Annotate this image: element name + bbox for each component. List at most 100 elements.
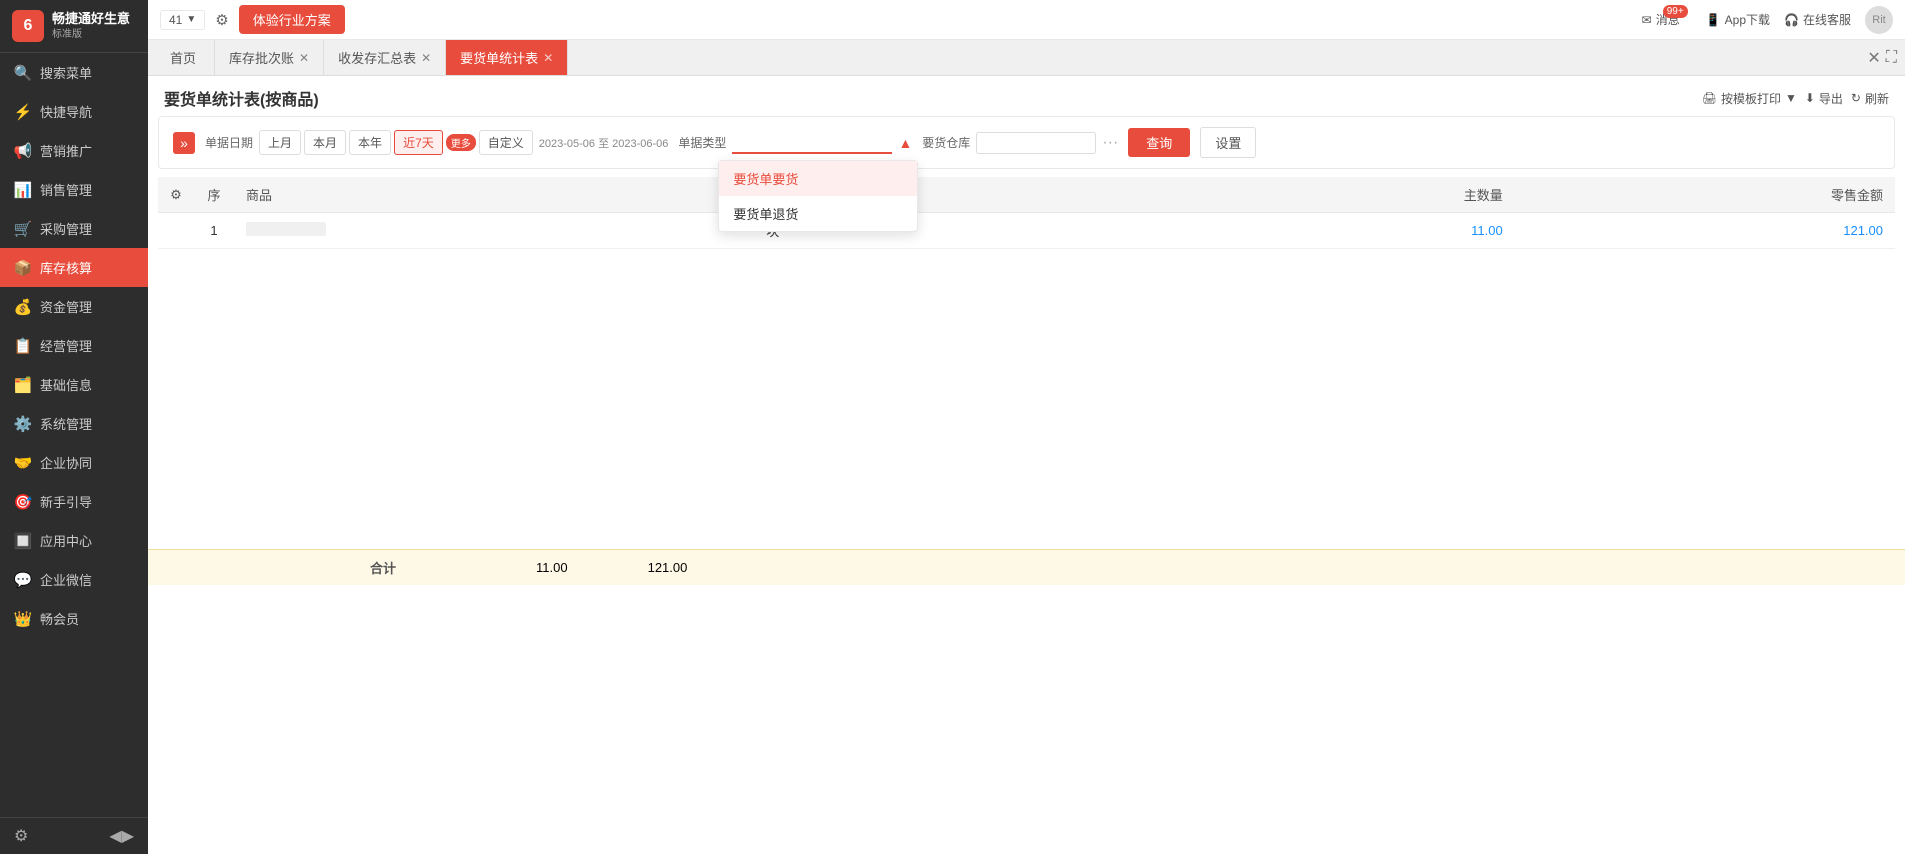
tab-bar-right: ✕ ⛶ <box>1859 40 1905 75</box>
collapse-sidebar-btn[interactable]: ◀▶ <box>109 826 134 846</box>
tab-count-selector[interactable]: 41 ▼ <box>160 10 205 30</box>
type-filter-input[interactable] <box>732 132 892 154</box>
page-title: 要货单统计表(按商品) <box>164 86 319 110</box>
sidebar-item-finance[interactable]: 💰 资金管理 <box>0 287 148 326</box>
header-gear-btn[interactable]: ⚙ <box>215 11 228 29</box>
sidebar-item-basic[interactable]: 🗂️ 基础信息 <box>0 365 148 404</box>
filter-expand-btn[interactable]: » <box>173 132 195 154</box>
app-download-btn[interactable]: 📱 App下载 <box>1706 11 1770 28</box>
online-service-btn[interactable]: 🎧 在线客服 <box>1784 11 1851 28</box>
tab-batch-account[interactable]: 库存批次账 ✕ <box>215 40 324 75</box>
warehouse-filter-input[interactable] <box>976 132 1096 154</box>
nav-label-search: 搜索菜单 <box>40 63 92 82</box>
tab-batch-account-close[interactable]: ✕ <box>299 52 309 64</box>
query-button[interactable]: 查询 <box>1128 128 1190 157</box>
date-btn-last-month[interactable]: 上月 <box>259 130 301 155</box>
handshake-icon: 🤝 <box>14 454 32 472</box>
nav-label-guide: 新手引导 <box>40 492 92 511</box>
tab-receive-summary-close[interactable]: ✕ <box>421 52 431 64</box>
sidebar-item-sales[interactable]: 📊 销售管理 <box>0 170 148 209</box>
qty-link[interactable]: 11.00 <box>1471 223 1503 238</box>
refresh-icon: ↻ <box>1851 91 1861 105</box>
message-icon: ✉ <box>1642 13 1652 27</box>
td-num: 1 <box>194 213 234 249</box>
box-icon: 📦 <box>14 259 32 277</box>
nav-label-operations: 经营管理 <box>40 336 92 355</box>
sidebar-item-quick-nav[interactable]: ⚡ 快捷导航 <box>0 92 148 131</box>
dropdown-item-order[interactable]: 要货单要货 <box>719 161 917 196</box>
total-label: 合计 <box>370 558 396 577</box>
date-btn-this-year[interactable]: 本年 <box>349 130 391 155</box>
sidebar: 6 畅捷通好生意 标准版 🔍 搜索菜单 ⚡ 快捷导航 📢 营销推广 📊 销售管理… <box>0 0 148 854</box>
date-filter-label: 单据日期 <box>205 134 253 151</box>
nav-label-purchase: 采购管理 <box>40 219 92 238</box>
filter-bar: » 单据日期 上月 本月 本年 近7天 更多 自定义 2023-05-06 至 … <box>158 116 1895 169</box>
tab-order-stats-label: 要货单统计表 <box>460 48 538 67</box>
tab-order-stats[interactable]: 要货单统计表 ✕ <box>446 40 568 75</box>
date-btn-7days[interactable]: 近7天 <box>394 130 443 155</box>
target-icon: 🎯 <box>14 493 32 511</box>
export-btn[interactable]: ⬇ 导出 <box>1805 90 1843 107</box>
th-qty: 主数量 <box>1200 177 1515 213</box>
tab-order-stats-close[interactable]: ✕ <box>543 52 553 64</box>
tab-batch-account-label: 库存批次账 <box>229 48 294 67</box>
sidebar-item-inventory[interactable]: 📦 库存核算 <box>0 248 148 287</box>
print-btn[interactable]: 🖨 按模板打印 ▼ <box>1702 90 1797 107</box>
sidebar-item-system[interactable]: ⚙️ 系统管理 <box>0 404 148 443</box>
type-filter-label: 单据类型 <box>678 134 726 151</box>
table-spacer <box>148 249 1905 549</box>
th-settings[interactable]: ⚙ <box>158 177 194 213</box>
tab-home[interactable]: 首页 <box>152 40 215 75</box>
app-download-label: App下载 <box>1725 11 1770 28</box>
lightning-icon: ⚡ <box>14 103 32 121</box>
sidebar-item-wechat[interactable]: 💬 企业微信 <box>0 560 148 599</box>
td-qty: 11.00 <box>1200 213 1515 249</box>
warehouse-filter-group: 要货仓库 ··· <box>922 132 1118 154</box>
nav-label-finance: 资金管理 <box>40 297 92 316</box>
header-right: ✉ 消息 99+ 📱 App下载 🎧 在线客服 Rit <box>1642 6 1893 34</box>
dropdown-item-return[interactable]: 要货单退货 <box>719 196 917 231</box>
amount-link[interactable]: 121.00 <box>1843 223 1883 238</box>
tab-count-value: 41 <box>169 13 182 27</box>
messages-btn[interactable]: ✉ 消息 99+ <box>1642 11 1680 28</box>
sidebar-item-purchase[interactable]: 🛒 采购管理 <box>0 209 148 248</box>
type-dropdown-arrow-icon[interactable]: ▲ <box>898 135 912 151</box>
settings-bottom-btn[interactable]: ⚙ <box>14 826 28 846</box>
gear-icon: ⚙️ <box>14 415 32 433</box>
type-dropdown-menu: 要货单要货 要货单退货 <box>718 160 918 232</box>
sidebar-nav: 🔍 搜索菜单 ⚡ 快捷导航 📢 营销推广 📊 销售管理 🛒 采购管理 📦 库存核… <box>0 53 148 817</box>
sidebar-item-member[interactable]: 👑 畅会员 <box>0 599 148 638</box>
promo-button[interactable]: 体验行业方案 <box>239 5 345 34</box>
print-label: 按模板打印 <box>1721 90 1781 107</box>
total-qty: 11.00 <box>536 560 568 575</box>
date-btn-custom[interactable]: 自定义 <box>479 130 533 155</box>
tab-expand-btn[interactable]: ⛶ <box>1886 49 1897 67</box>
tab-receive-summary[interactable]: 收发存汇总表 ✕ <box>324 40 446 75</box>
th-num: 序 <box>194 177 234 213</box>
settings-button[interactable]: 设置 <box>1200 127 1256 158</box>
sidebar-logo: 6 畅捷通好生意 标准版 <box>0 0 148 53</box>
type-filter-group: 单据类型 ▲ 要货单要货 要货单退货 <box>678 132 912 154</box>
headset-icon: 🎧 <box>1784 13 1799 27</box>
printer-icon: 🖨 <box>1702 91 1717 105</box>
refresh-btn[interactable]: ↻ 刷新 <box>1851 90 1889 107</box>
app-logo-icon: 6 <box>12 10 44 42</box>
nav-label-quick-nav: 快捷导航 <box>40 102 92 121</box>
avatar[interactable]: Rit <box>1865 6 1893 34</box>
warehouse-more-icon[interactable]: ··· <box>1102 134 1118 152</box>
messages-badge: 99+ <box>1663 5 1688 18</box>
date-btn-this-month[interactable]: 本月 <box>304 130 346 155</box>
nav-label-member: 畅会员 <box>40 609 79 628</box>
sidebar-item-appstore[interactable]: 🔲 应用中心 <box>0 521 148 560</box>
td-settings <box>158 213 194 249</box>
th-product: 商品 <box>234 177 754 213</box>
refresh-label: 刷新 <box>1865 90 1889 107</box>
sidebar-item-marketing[interactable]: 📢 营销推广 <box>0 131 148 170</box>
nav-label-appstore: 应用中心 <box>40 531 92 550</box>
tab-close-all-btn[interactable]: ✕ <box>1867 48 1880 68</box>
megaphone-icon: 📢 <box>14 142 32 160</box>
sidebar-item-guide[interactable]: 🎯 新手引导 <box>0 482 148 521</box>
sidebar-item-enterprise[interactable]: 🤝 企业协同 <box>0 443 148 482</box>
sidebar-item-operations[interactable]: 📋 经营管理 <box>0 326 148 365</box>
sidebar-item-search[interactable]: 🔍 搜索菜单 <box>0 53 148 92</box>
